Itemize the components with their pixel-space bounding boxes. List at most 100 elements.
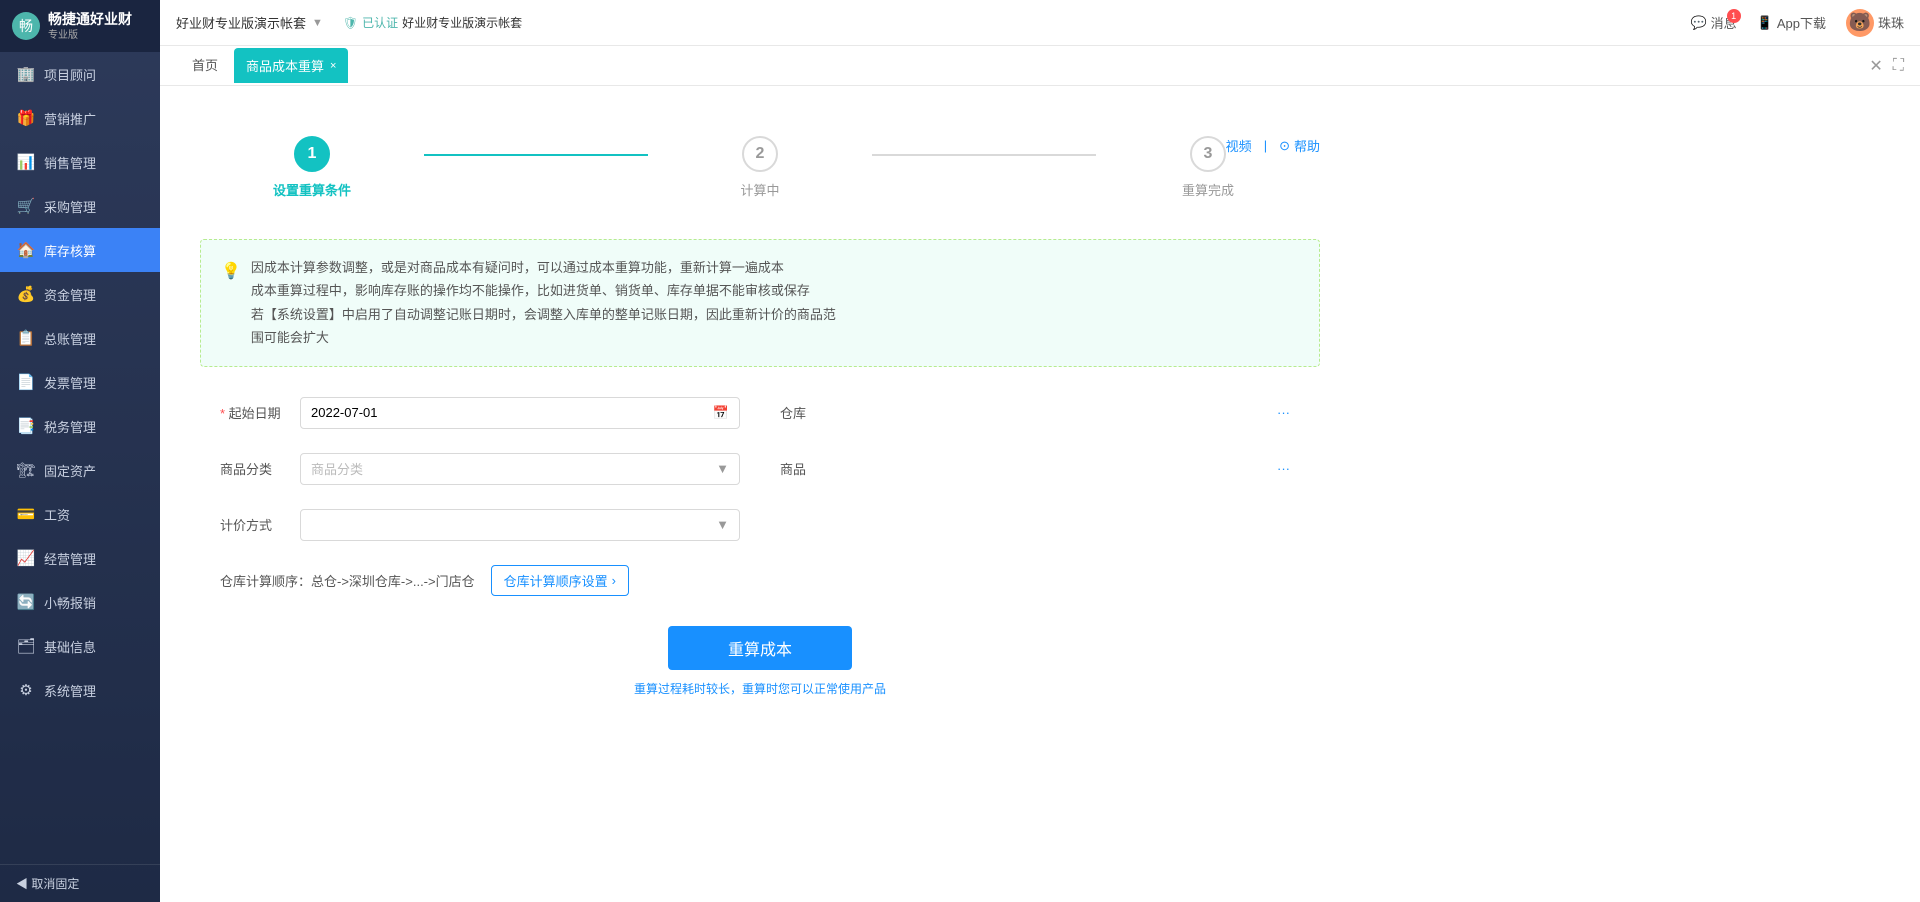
tax-icon: 📑 — [16, 416, 36, 436]
content-inner: 1 设置重算条件 2 计算中 3 重算完成 — [160, 86, 1360, 727]
operation-icon: 📈 — [16, 548, 36, 568]
sidebar-unpin[interactable]: ◀ 取消固定 — [0, 864, 160, 902]
sales-icon: 📊 — [16, 152, 36, 172]
warehouse-dots-btn[interactable]: ··· — [860, 397, 1300, 429]
warehouse-label: 仓库 — [780, 403, 860, 422]
step-line-2 — [872, 154, 1096, 156]
sidebar-item-tax[interactable]: 📑 税务管理 — [0, 404, 160, 448]
tab-home[interactable]: 首页 — [176, 47, 234, 84]
warehouse-field: 仓库 ··· — [780, 397, 1300, 429]
system-icon: ⚙ — [16, 680, 36, 700]
topbar-account: 好业财专业版演示帐套 ▼ 🛡 已认证 好业财专业版演示帐套 — [176, 13, 1690, 32]
sidebar-item-operation[interactable]: 📈 经营管理 — [0, 536, 160, 580]
sidebar-item-label: 系统管理 — [44, 681, 96, 700]
sidebar-item-invoice[interactable]: 📄 发票管理 — [0, 360, 160, 404]
tab-close-icon[interactable]: × — [330, 60, 336, 72]
sidebar-item-label: 固定资产 — [44, 461, 96, 480]
calc-section: 重算成本 重算过程耗时较长，重算时您可以正常使用产品 — [220, 626, 1300, 697]
sidebar-item-salary[interactable]: 💳 工资 — [0, 492, 160, 536]
assets-icon: 🏗 — [16, 460, 36, 480]
start-date-value: 2022-07-01 — [311, 405, 378, 420]
chevron-right-icon: › — [612, 573, 616, 588]
app-download-action[interactable]: 📱 App下载 — [1757, 13, 1826, 32]
tabbar: 首页 商品成本重算 × ✕ ⛶ — [160, 46, 1920, 86]
step-2-circle: 2 — [742, 136, 778, 172]
sidebar-item-system[interactable]: ⚙ 系统管理 — [0, 668, 160, 712]
account-name: 好业财专业版演示帐套 — [176, 13, 306, 32]
start-date-input[interactable]: 2022-07-01 📅 — [300, 397, 740, 429]
salary-icon: 💳 — [16, 504, 36, 524]
category-field: 商品分类 商品分类 ▼ — [220, 453, 740, 485]
account-selector[interactable]: 好业财专业版演示帐套 ▼ — [176, 13, 323, 32]
warehouse-order-label: 仓库计算顺序：总仓->深圳仓库->...->门店仓 — [220, 571, 475, 590]
sidebar-item-expense[interactable]: 🔄 小畅报销 — [0, 580, 160, 624]
category-label: 商品分类 — [220, 459, 300, 478]
sidebar-item-sales[interactable]: 📊 销售管理 — [0, 140, 160, 184]
sidebar-nav: 🏢 项目顾问 🎁 营销推广 📊 销售管理 🛒 采购管理 🏠 库存核算 💰 资金管… — [0, 52, 160, 864]
sidebar-item-label: 营销推广 — [44, 109, 96, 128]
step-3-label: 重算完成 — [1182, 180, 1234, 199]
phone-icon: 📱 — [1757, 15, 1773, 31]
avatar: 🐻 — [1846, 9, 1874, 37]
message-action[interactable]: 💬 消息 1 — [1690, 13, 1736, 32]
warehouse-order-btn-label: 仓库计算顺序设置 — [504, 571, 608, 590]
sidebar-item-marketing[interactable]: 🎁 营销推广 — [0, 96, 160, 140]
sidebar-item-label: 销售管理 — [44, 153, 96, 172]
marketing-icon: 🎁 — [16, 108, 36, 128]
help-link[interactable]: ⊙ 帮助 — [1279, 136, 1320, 155]
form-row-3: 计价方式 ▼ — [220, 509, 1300, 541]
accounting-icon: 📋 — [16, 328, 36, 348]
category-select[interactable]: 商品分类 ▼ — [300, 453, 740, 485]
warehouse-order-row: 仓库计算顺序：总仓->深圳仓库->...->门店仓 仓库计算顺序设置 › — [220, 565, 1300, 596]
tab-cost-recalc[interactable]: 商品成本重算 × — [234, 48, 348, 83]
product-field: 商品 ··· — [780, 453, 1300, 485]
tab-label: 商品成本重算 — [246, 56, 324, 75]
inventory-icon: 🏠 — [16, 240, 36, 260]
sidebar-item-accounting[interactable]: 📋 总账管理 — [0, 316, 160, 360]
shield-icon: 🛡 — [343, 16, 358, 30]
expand-icon[interactable]: ⛶ — [1893, 57, 1904, 75]
sidebar-item-label: 资金管理 — [44, 285, 96, 304]
sidebar-item-label: 工资 — [44, 505, 70, 524]
content: 1 设置重算条件 2 计算中 3 重算完成 — [160, 86, 1920, 902]
notice-text: 因成本计算参数调整，或是对商品成本有疑问时，可以通过成本重算功能，重新计算一遍成… — [251, 256, 836, 350]
pricing-select[interactable]: ▼ — [300, 509, 740, 541]
pricing-field: 计价方式 ▼ — [220, 509, 740, 541]
warehouse-order-btn[interactable]: 仓库计算顺序设置 › — [491, 565, 629, 596]
product-dots-btn[interactable]: ··· — [860, 453, 1300, 485]
category-placeholder: 商品分类 — [311, 459, 363, 478]
tab-expand-btns: ✕ ⛶ — [1869, 56, 1904, 76]
warning-icon: 💡 — [221, 258, 241, 350]
step-1: 1 设置重算条件 — [200, 136, 424, 199]
steps-help: ▷ 视频 | ⊙ 帮助 — [1212, 136, 1320, 155]
notification-badge: 1 — [1727, 9, 1741, 23]
sidebar-item-project[interactable]: 🏢 项目顾问 — [0, 52, 160, 96]
message-icon: 💬 — [1690, 15, 1706, 31]
verified-label: 已认证 — [362, 14, 398, 31]
chevron-down-icon: ▼ — [716, 517, 729, 532]
user-action[interactable]: 🐻 珠珠 — [1846, 9, 1904, 37]
sidebar-item-inventory[interactable]: 🏠 库存核算 — [0, 228, 160, 272]
verified-account: 好业财专业版演示帐套 — [402, 14, 522, 31]
purchase-icon: 🛒 — [16, 196, 36, 216]
calc-btn-label: 重算成本 — [728, 642, 792, 659]
sidebar-item-label: 小畅报销 — [44, 593, 96, 612]
form-row-1: 起始日期 2022-07-01 📅 仓库 ··· — [220, 397, 1300, 429]
start-date-field: 起始日期 2022-07-01 📅 — [220, 397, 740, 429]
sidebar-item-label: 税务管理 — [44, 417, 96, 436]
sidebar-item-assets[interactable]: 🏗 固定资产 — [0, 448, 160, 492]
chevron-down-icon: ▼ — [716, 461, 729, 476]
sidebar-item-purchase[interactable]: 🛒 采购管理 — [0, 184, 160, 228]
verified-badge: 🛡 已认证 好业财专业版演示帐套 — [343, 14, 522, 31]
sidebar-item-label: 项目顾问 — [44, 65, 96, 84]
form-row-2: 商品分类 商品分类 ▼ 商品 ··· — [220, 453, 1300, 485]
topbar-actions: 💬 消息 1 📱 App下载 🐻 珠珠 — [1690, 9, 1904, 37]
chevron-down-icon: ▼ — [312, 17, 323, 29]
sidebar-item-basic[interactable]: 🗂 基础信息 — [0, 624, 160, 668]
project-icon: 🏢 — [16, 64, 36, 84]
calc-btn[interactable]: 重算成本 — [668, 626, 852, 670]
sidebar-item-finance[interactable]: 💰 资金管理 — [0, 272, 160, 316]
close-window-icon[interactable]: ✕ — [1869, 56, 1882, 76]
step-1-label: 设置重算条件 — [273, 180, 351, 199]
app-download-label: App下载 — [1777, 13, 1826, 32]
